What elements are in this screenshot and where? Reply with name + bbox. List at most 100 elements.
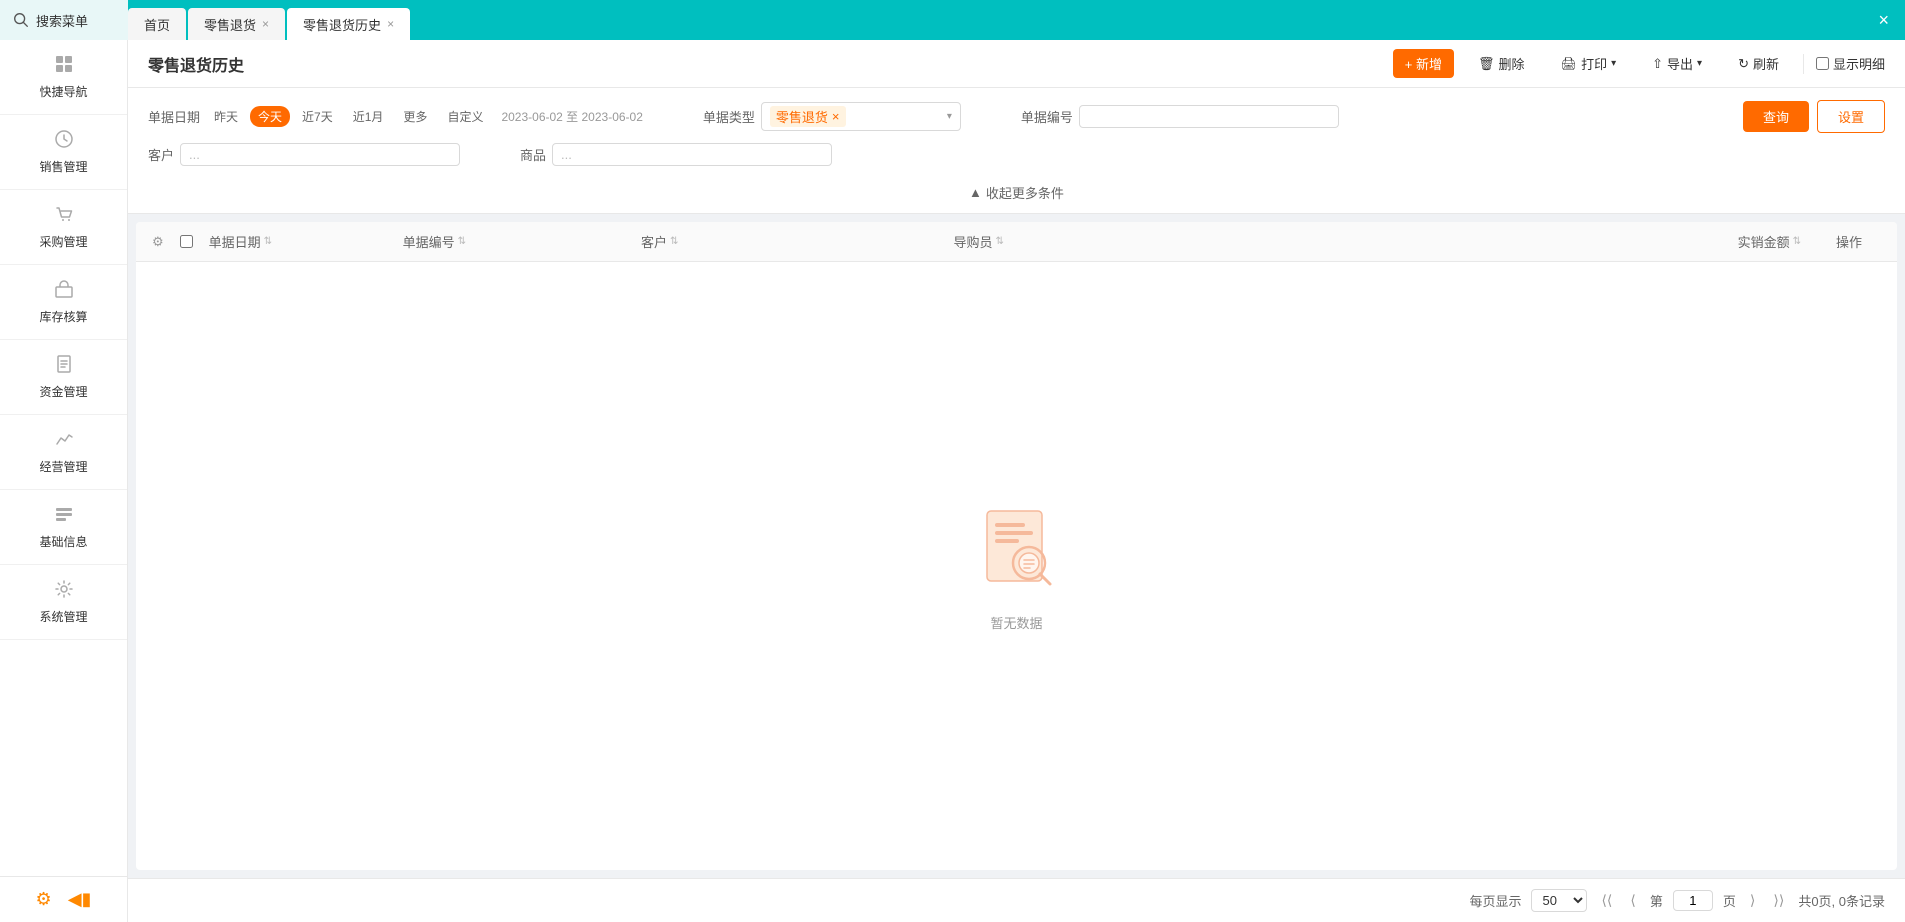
page-size-label: 每页显示 (1469, 891, 1521, 910)
date-filter-label: 单据日期 (148, 107, 200, 126)
window-close-button[interactable]: × (1878, 10, 1889, 31)
date-option-yesterday[interactable]: 昨天 (206, 106, 246, 127)
sidebar: 快捷导航 销售管理 采购管理 库存核算 资金管理 (0, 40, 128, 922)
inventory-icon (54, 279, 74, 304)
date-option-7days[interactable]: 近7天 (294, 106, 341, 127)
th-date-label: 单据日期 (209, 232, 261, 251)
search-menu[interactable]: 搜索菜单 (0, 0, 128, 40)
tab-return-history[interactable]: 零售退货历史 × (287, 8, 410, 40)
settings-bottom-icon[interactable]: ⚙ (36, 889, 52, 910)
show-detail-checkbox-label[interactable]: 显示明细 (1816, 54, 1885, 73)
search-icon (12, 11, 30, 29)
goods-input[interactable]: ... (552, 143, 832, 166)
bill-type-filter-item: 单据类型 零售退货 × ▾ (703, 102, 961, 131)
th-customer-sort-icon: ⇅ (670, 236, 678, 247)
th-amount[interactable]: 实销金额 ⇅ (1645, 232, 1809, 251)
collapse-button[interactable]: ▲ 收起更多条件 (959, 180, 1074, 205)
customer-input[interactable]: ... (180, 143, 460, 166)
sidebar-item-operations[interactable]: 经营管理 (0, 415, 127, 490)
th-guide[interactable]: 导购员 ⇅ (946, 232, 1184, 251)
show-detail-label: 显示明细 (1833, 54, 1885, 73)
collapse-label: 收起更多条件 (986, 183, 1064, 202)
bill-type-tag-text: 零售退货 (776, 107, 828, 126)
system-icon (54, 579, 74, 604)
date-option-custom[interactable]: 自定义 (439, 106, 491, 127)
main-layout: 快捷导航 销售管理 采购管理 库存核算 资金管理 (0, 40, 1905, 922)
page-label: 第 (1650, 891, 1663, 910)
action-buttons: 查询 设置 (1743, 100, 1885, 133)
page-size-select[interactable]: 50 100 200 (1531, 889, 1587, 912)
show-detail-checkbox[interactable] (1816, 57, 1829, 70)
sidebar-item-finance-label: 资金管理 (39, 383, 87, 400)
bill-no-input[interactable] (1079, 105, 1339, 128)
collapse-icon: ▲ (969, 185, 982, 200)
sidebar-item-sales-label: 销售管理 (39, 158, 87, 175)
sidebar-item-sales[interactable]: 销售管理 (0, 115, 127, 190)
print-button[interactable]: 🖨 打印 ▾ (1549, 49, 1629, 78)
page-header: 零售退货历史 + 新增 🗑 删除 🖨 打印 ▾ ⇧ 导出 ▾ (128, 40, 1905, 88)
date-option-today[interactable]: 今天 (250, 106, 290, 127)
bill-type-tag-remove[interactable]: × (832, 109, 840, 124)
collapse-row: ▲ 收起更多条件 (148, 176, 1885, 213)
filter-row-2: 客户 ... 商品 ... (148, 143, 1885, 166)
th-date[interactable]: 单据日期 ⇅ (201, 232, 395, 251)
table-select-all[interactable] (172, 235, 201, 248)
delete-icon: 🗑 (1478, 56, 1495, 72)
page-prev-button[interactable]: ⟨ (1626, 890, 1639, 911)
audio-bottom-icon[interactable]: ◀▮ (68, 889, 92, 910)
header-actions: + 新增 🗑 删除 🖨 打印 ▾ ⇧ 导出 ▾ ↻ 刷新 (1393, 49, 1885, 78)
sales-icon (54, 129, 74, 154)
date-option-more[interactable]: 更多 (395, 106, 435, 127)
empty-state: 暂无数据 (136, 262, 1897, 870)
operations-icon (54, 429, 74, 454)
page-number-input[interactable] (1673, 890, 1713, 911)
export-icon: ⇧ (1652, 56, 1663, 72)
settings-button[interactable]: 设置 (1817, 100, 1885, 133)
th-op: 操作 (1809, 232, 1889, 251)
query-button[interactable]: 查询 (1743, 101, 1809, 132)
tab-home[interactable]: 首页 (128, 8, 186, 40)
sidebar-item-operations-label: 经营管理 (39, 458, 87, 475)
goods-placeholder: ... (561, 147, 572, 162)
sidebar-item-basic-info[interactable]: 基础信息 (0, 490, 127, 565)
table-settings-icon[interactable]: ⚙ (144, 234, 172, 250)
bill-type-select[interactable]: 零售退货 × ▾ (761, 102, 961, 131)
th-customer-label: 客户 (641, 232, 667, 251)
th-guide-sort-icon: ⇅ (996, 236, 1004, 247)
sidebar-item-quick-nav[interactable]: 快捷导航 (0, 40, 127, 115)
th-amount-label: 实销金额 (1738, 232, 1790, 251)
top-tabs: 首页 零售退货 × 零售退货历史 × (128, 0, 1878, 40)
tab-return-close[interactable]: × (262, 18, 269, 30)
bill-type-tag: 零售退货 × (770, 106, 846, 127)
sidebar-item-basic-info-label: 基础信息 (39, 533, 87, 550)
sidebar-item-finance[interactable]: 资金管理 (0, 340, 127, 415)
sidebar-bottom: ⚙ ◀▮ (0, 876, 127, 922)
finance-icon (54, 354, 74, 379)
sidebar-item-inventory[interactable]: 库存核算 (0, 265, 127, 340)
table-area: ⚙ 单据日期 ⇅ 单据编号 ⇅ 客户 ⇅ 导购员 ⇅ (136, 222, 1897, 870)
empty-illustration (967, 501, 1067, 601)
sidebar-item-purchase[interactable]: 采购管理 (0, 190, 127, 265)
select-all-checkbox[interactable] (180, 235, 193, 248)
date-filter-item: 单据日期 昨天 今天 近7天 近1月 更多 自定义 2023-06-02 至 2… (148, 106, 643, 127)
tab-home-label: 首页 (144, 15, 170, 34)
th-customer[interactable]: 客户 ⇅ (633, 232, 946, 251)
bill-no-label: 单据编号 (1021, 107, 1073, 126)
page-last-button[interactable]: ⟩⟩ (1769, 890, 1788, 911)
tab-return-history-close[interactable]: × (387, 18, 394, 30)
goods-filter-item: 商品 ... (520, 143, 832, 166)
refresh-button[interactable]: ↻ 刷新 (1726, 49, 1791, 78)
delete-button[interactable]: 🗑 删除 (1466, 49, 1537, 78)
date-option-1month[interactable]: 近1月 (345, 106, 392, 127)
page-next-button[interactable]: ⟩ (1746, 890, 1759, 911)
sidebar-item-system[interactable]: 系统管理 (0, 565, 127, 640)
sidebar-item-inventory-label: 库存核算 (39, 308, 87, 325)
th-billno[interactable]: 单据编号 ⇅ (395, 232, 633, 251)
tab-return-history-label: 零售退货历史 (303, 15, 381, 34)
page-first-button[interactable]: ⟨⟨ (1597, 890, 1616, 911)
new-button[interactable]: + 新增 (1393, 49, 1454, 78)
export-button[interactable]: ⇧ 导出 ▾ (1640, 49, 1714, 78)
customer-placeholder: ... (189, 147, 200, 162)
bill-type-label: 单据类型 (703, 107, 755, 126)
tab-return[interactable]: 零售退货 × (188, 8, 285, 40)
